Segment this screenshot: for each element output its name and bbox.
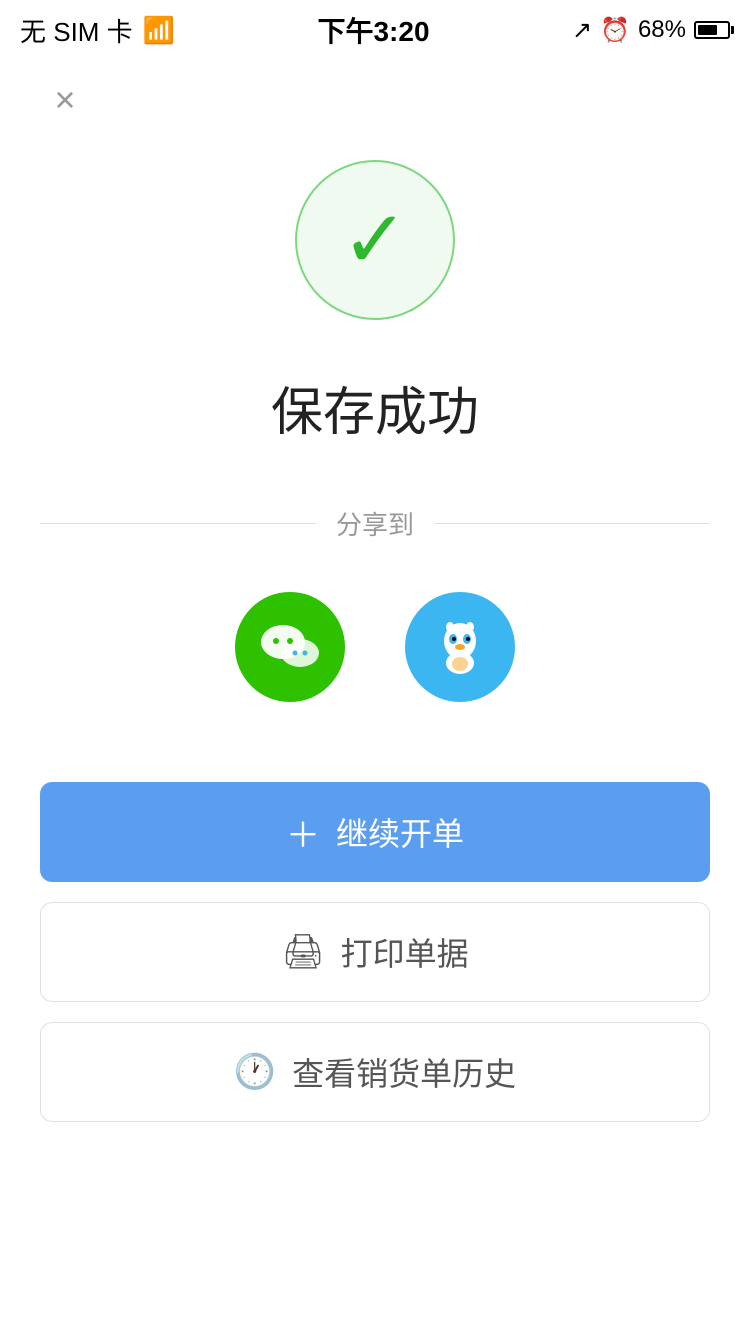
divider-line-right [434,523,710,524]
continue-order-label: 继续开单 [336,809,464,855]
checkmark-icon: ✓ [341,200,408,280]
share-icons-container [235,592,515,702]
wifi-icon: 📶 [143,15,175,46]
wechat-share-button[interactable] [235,592,345,702]
status-bar: 无 SIM 卡 📶 下午3:20 ↗ ⏰ 68% [0,0,750,60]
alarm-icon: ⏰ [600,16,630,45]
history-label: 查看销货单历史 [292,1049,516,1095]
printer-icon: 🖨 [281,932,324,972]
battery-percent: 68% [638,16,686,44]
clock-icon: 🕐 [234,1052,276,1092]
continue-order-button[interactable]: ＋ 继续开单 [40,782,710,882]
status-left: 无 SIM 卡 📶 [20,12,175,49]
sim-text: 无 SIM 卡 [20,12,133,49]
qq-svg-icon [428,615,493,680]
plus-icon: ＋ [286,808,320,857]
main-content: ✓ 保存成功 分享到 [0,60,750,1122]
battery-icon [694,21,730,39]
success-circle: ✓ [295,160,455,320]
wechat-svg-icon [258,620,323,675]
status-right: ↗ ⏰ 68% [572,16,730,45]
share-label: 分享到 [336,505,414,542]
print-button[interactable]: 🖨 打印单据 [40,902,710,1002]
divider-line-left [40,523,316,524]
success-title: 保存成功 [271,370,479,445]
share-divider: 分享到 [0,505,750,542]
qq-share-button[interactable] [405,592,515,702]
location-icon: ↗ [572,16,592,45]
print-label: 打印单据 [341,929,469,975]
close-icon: × [54,82,75,118]
actions-container: ＋ 继续开单 🖨 打印单据 🕐 查看销货单历史 [0,782,750,1122]
history-button[interactable]: 🕐 查看销货单历史 [40,1022,710,1122]
close-button[interactable]: × [40,75,90,125]
status-time: 下午3:20 [317,10,429,50]
